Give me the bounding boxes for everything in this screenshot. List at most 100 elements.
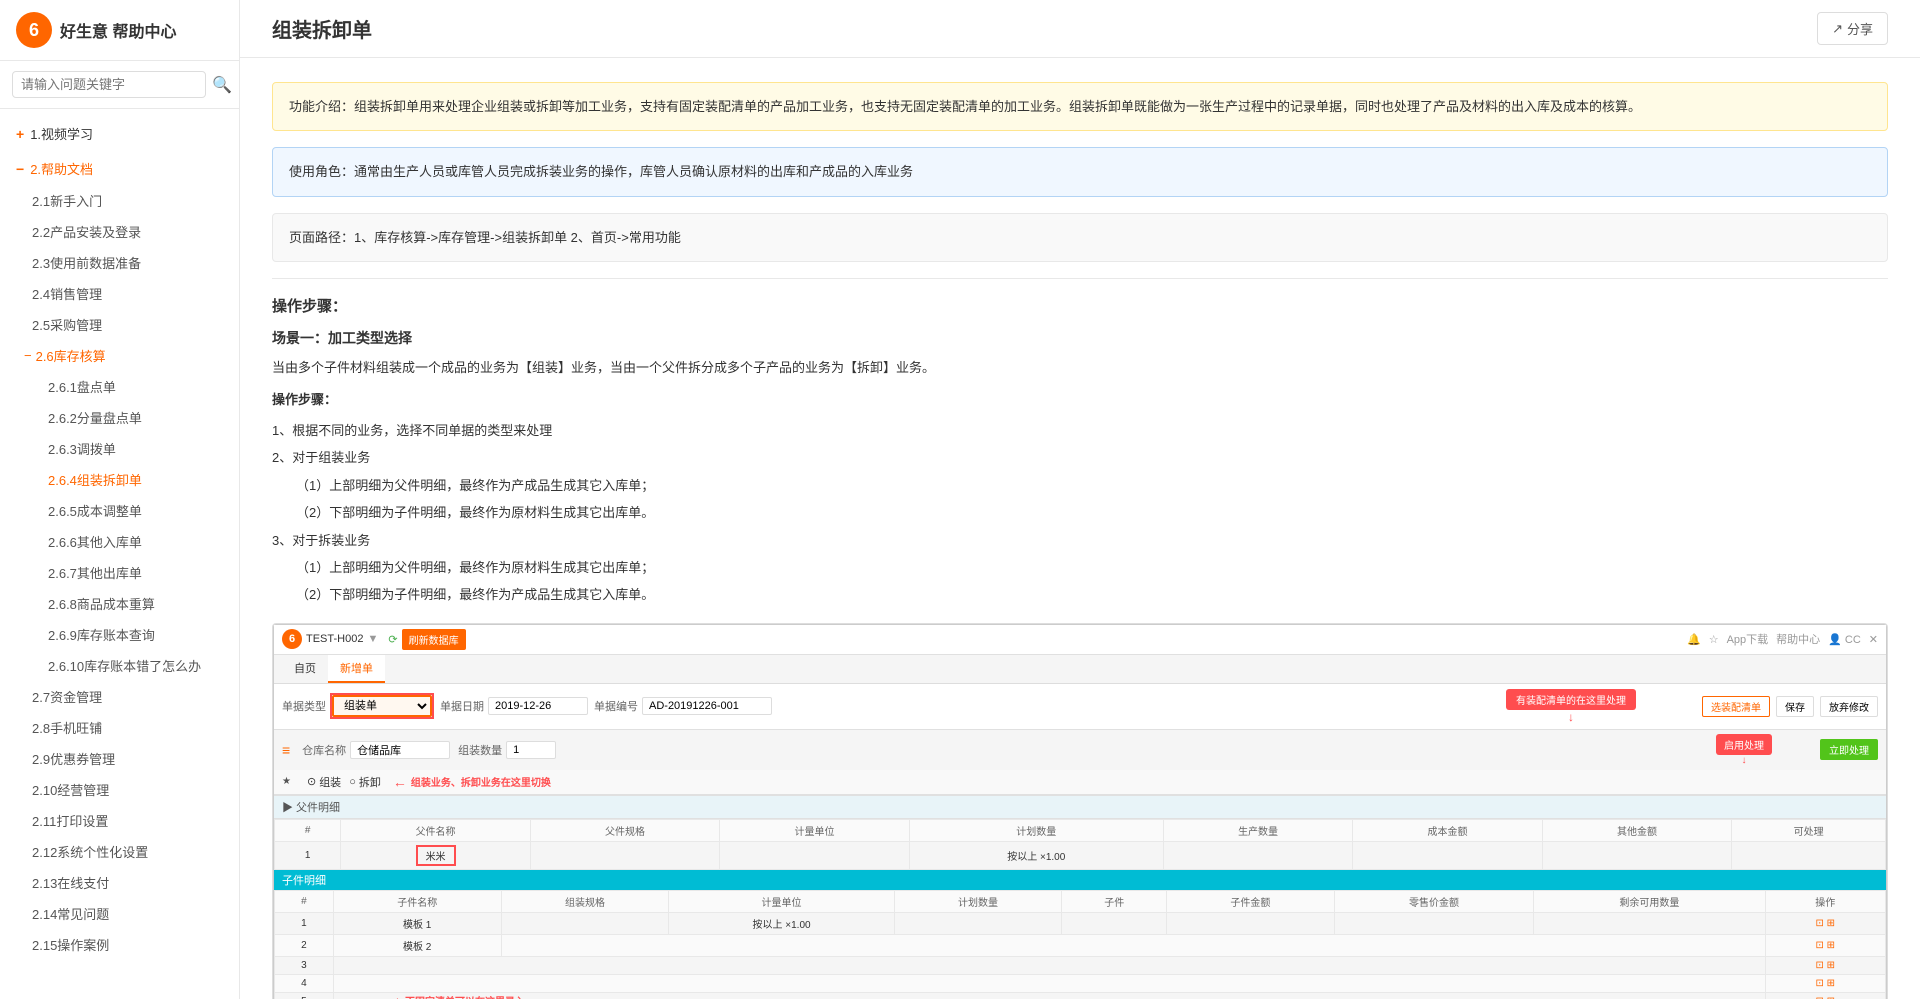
sidebar-item-install-login[interactable]: 2.2产品安装及登录	[0, 216, 239, 247]
lower-cell-3-action[interactable]: ⊡ ⊞	[1765, 956, 1886, 974]
sidebar-item-new-user[interactable]: 2.1新手入门	[0, 185, 239, 216]
type-field: 单据类型 组装单 拆卸单	[282, 693, 434, 719]
qty-label: 组装数量	[458, 742, 502, 758]
lower-cell-5-no: 5	[275, 992, 334, 999]
bell-icon: 🔔	[1687, 633, 1701, 646]
lower-cell-2-no: 2	[275, 934, 334, 956]
radio-disassembly[interactable]: ○ 拆卸	[349, 774, 381, 790]
sidebar-item-operations[interactable]: 2.10经营管理	[0, 774, 239, 805]
lower-cell-1-plan	[894, 912, 1062, 934]
step-3-sub1: （1）上部明细为父件明细，最终作为原材料生成其它出库单；	[296, 556, 1888, 579]
step-2-sub2: （2）下部明细为子件明细，最终作为原材料生成其它出库单。	[296, 501, 1888, 524]
sidebar-item-sales-mgmt[interactable]: 2.4销售管理	[0, 278, 239, 309]
radio-assembly[interactable]: ⊙ 组装	[307, 774, 341, 790]
sidebar-item-purchase-mgmt[interactable]: 2.5采购管理	[0, 309, 239, 340]
screenshot-container: 6 TEST-H002 ▼ ⟳ 刷新数据库 🔔 ☆ App下载 帮助中心 👤 C…	[272, 623, 1888, 999]
main-content: 功能介绍：组装拆卸单用来处理企业组装或拆卸等加工业务，支持有固定装配清单的产品加…	[240, 58, 1920, 999]
annotation-text-lower: 不固定清单可以在这里录入	[405, 993, 525, 999]
sidebar-item-partial-stocktake[interactable]: 2.6.2分量盘点单	[0, 402, 239, 433]
path-block: 页面路径：1、库存核算->库存管理->组装拆卸单 2、首页->常用功能	[272, 213, 1888, 262]
sidebar-item-personalize[interactable]: 2.12系统个性化设置	[0, 836, 239, 867]
upper-table: # 父件名称 父件规格 计量单位 计划数量 生产数量 成本金额 其他金额 可处理	[274, 819, 1886, 870]
type-selection-row: ★ ⊙ 组装 ○ 拆卸 ← 组装业务、拆卸业务在这里切换	[274, 770, 1886, 795]
intro-block: 功能介绍：组装拆卸单用来处理企业组装或拆卸等加工业务，支持有固定装配清单的产品加…	[272, 82, 1888, 131]
refresh-db-btn[interactable]: 刷新数据库	[402, 629, 466, 650]
lower-cell-5-action[interactable]: ⊡ ⊞	[1765, 992, 1886, 999]
sidebar-item-online-payment[interactable]: 2.13在线支付	[0, 867, 239, 898]
warehouse-label: 仓库名称	[302, 742, 346, 758]
lower-col-sub: 子件	[1062, 890, 1167, 912]
sidebar-item-print[interactable]: 2.11打印设置	[0, 805, 239, 836]
lower-cell-4-action[interactable]: ⊡ ⊞	[1765, 974, 1886, 992]
sidebar-item-help-docs[interactable]: − 2.帮助文档	[0, 152, 239, 185]
sidebar-item-data-prep[interactable]: 2.3使用前数据准备	[0, 247, 239, 278]
upper-cell-plan: 按以上 ×1.00	[909, 841, 1163, 869]
tab-new[interactable]: 新增单	[328, 655, 385, 683]
lower-cell-2-action[interactable]: ⊡ ⊞	[1765, 934, 1886, 956]
share-icon: ↗	[1832, 21, 1843, 37]
upper-table-header: ▶ 父件明细	[274, 795, 1886, 819]
sidebar-item-transfer[interactable]: 2.6.3调拨单	[0, 433, 239, 464]
sidebar-item-assembly[interactable]: 2.6.4组装拆卸单	[0, 464, 239, 495]
nav-sub-items-2: 2.1新手入门 2.2产品安装及登录 2.3使用前数据准备 2.4销售管理 2.…	[0, 185, 239, 960]
company-name: TEST-H002	[306, 633, 363, 645]
sidebar-item-stocktake[interactable]: 2.6.1盘点单	[0, 371, 239, 402]
dropdown-icon: ▼	[367, 633, 378, 645]
sidebar-item-finance[interactable]: 2.7资金管理	[0, 681, 239, 712]
number-input[interactable]	[642, 697, 772, 715]
sidebar-item-faq[interactable]: 2.14常见问题	[0, 898, 239, 929]
date-input[interactable]	[488, 697, 588, 715]
lower-col-sub-amount: 子件金额	[1166, 890, 1334, 912]
sidebar-item-cases[interactable]: 2.15操作案例	[0, 929, 239, 960]
save-btn[interactable]: 保存	[1776, 696, 1814, 717]
tab-home[interactable]: 自页	[282, 655, 328, 683]
steps-title: 操作步骤：	[272, 388, 1888, 411]
lower-cell-1-unit: 按以上 ×1.00	[669, 912, 894, 934]
lower-cell-4-no: 4	[275, 974, 334, 992]
type-hint: ★	[282, 776, 291, 787]
sidebar: 6 好生意 帮助中心 🔍 + 1.视频学习 − 2.帮助文档 2.1新手入门 2…	[0, 0, 240, 999]
lower-table: # 子件名称 组装规格 计量单位 计划数量 子件 子件金额 零售价金额 剩余可用…	[274, 890, 1886, 999]
sidebar-item-cost-recalc[interactable]: 2.6.8商品成本重算	[0, 588, 239, 619]
lower-cell-1-no: 1	[275, 912, 334, 934]
upper-cell-other	[1542, 841, 1731, 869]
type-input-wrapper: 组装单 拆卸单	[330, 693, 434, 719]
qty-input[interactable]	[506, 741, 556, 759]
upper-cell-name: 米米	[341, 841, 530, 869]
warehouse-input[interactable]	[350, 741, 450, 759]
lower-table-wrapper: # 子件名称 组装规格 计量单位 计划数量 子件 子件金额 零售价金额 剩余可用…	[274, 890, 1886, 999]
radio-disassembly-icon: ○	[349, 776, 356, 788]
share-button[interactable]: ↗ 分享	[1817, 12, 1888, 45]
assembly-list-btn[interactable]: 选装配清单	[1702, 696, 1770, 717]
nav-section-2: − 2.帮助文档 2.1新手入门 2.2产品安装及登录 2.3使用前数据准备 2…	[0, 152, 239, 960]
refresh-btn[interactable]: ⟳	[388, 633, 397, 646]
step-2-sub1: （1）上部明细为父件明细，最终作为产成品生成其它入库单；	[296, 474, 1888, 497]
step-2: 2、对于组装业务	[272, 446, 1888, 469]
search-button[interactable]: 🔍	[212, 75, 232, 95]
sidebar-item-other-outbound[interactable]: 2.6.7其他出库单	[0, 557, 239, 588]
sidebar-item-mobile[interactable]: 2.8手机旺铺	[0, 712, 239, 743]
date-label: 单据日期	[440, 698, 484, 714]
cancel-btn[interactable]: 放弃修改	[1820, 696, 1878, 717]
sidebar-item-video-learning[interactable]: + 1.视频学习	[0, 117, 239, 150]
search-box: 🔍	[0, 61, 239, 109]
sidebar-item-inventory-query[interactable]: 2.6.9库存账本查询	[0, 619, 239, 650]
search-input[interactable]	[12, 71, 206, 98]
sidebar-item-inventory-error[interactable]: 2.6.10库存账本错了怎么办	[0, 650, 239, 681]
app-toolbar: 单据类型 组装单 拆卸单 单据日期 单据编号	[274, 684, 1886, 730]
annotation-area-1: 有装配清单的在这里处理 ↓	[1506, 689, 1636, 724]
role-block: 使用角色：通常由生产人员或库管人员完成拆装业务的操作，库管人员确认原材料的出库和…	[272, 147, 1888, 196]
upper-cell-cost	[1353, 841, 1542, 869]
apply-btn[interactable]: 立即处理	[1820, 739, 1878, 760]
lower-table-row-1: 1 模板 1 按以上 ×1.00 ⊡ ⊞	[275, 912, 1886, 934]
minus-icon: −	[16, 161, 24, 177]
lower-cell-1-action[interactable]: ⊡ ⊞	[1765, 912, 1886, 934]
sidebar-item-other-inbound[interactable]: 2.6.6其他入库单	[0, 526, 239, 557]
annotation-text-3: 组装业务、拆卸业务在这里切换	[411, 774, 551, 789]
close-icon[interactable]: ✕	[1869, 633, 1878, 646]
type-select[interactable]: 组装单 拆卸单	[332, 695, 432, 717]
lower-cell-1-retail	[1334, 912, 1534, 934]
sidebar-item-cost-adjust[interactable]: 2.6.5成本调整单	[0, 495, 239, 526]
sidebar-item-coupon[interactable]: 2.9优惠券管理	[0, 743, 239, 774]
sidebar-item-inventory[interactable]: − 2.6库存核算	[0, 340, 239, 371]
